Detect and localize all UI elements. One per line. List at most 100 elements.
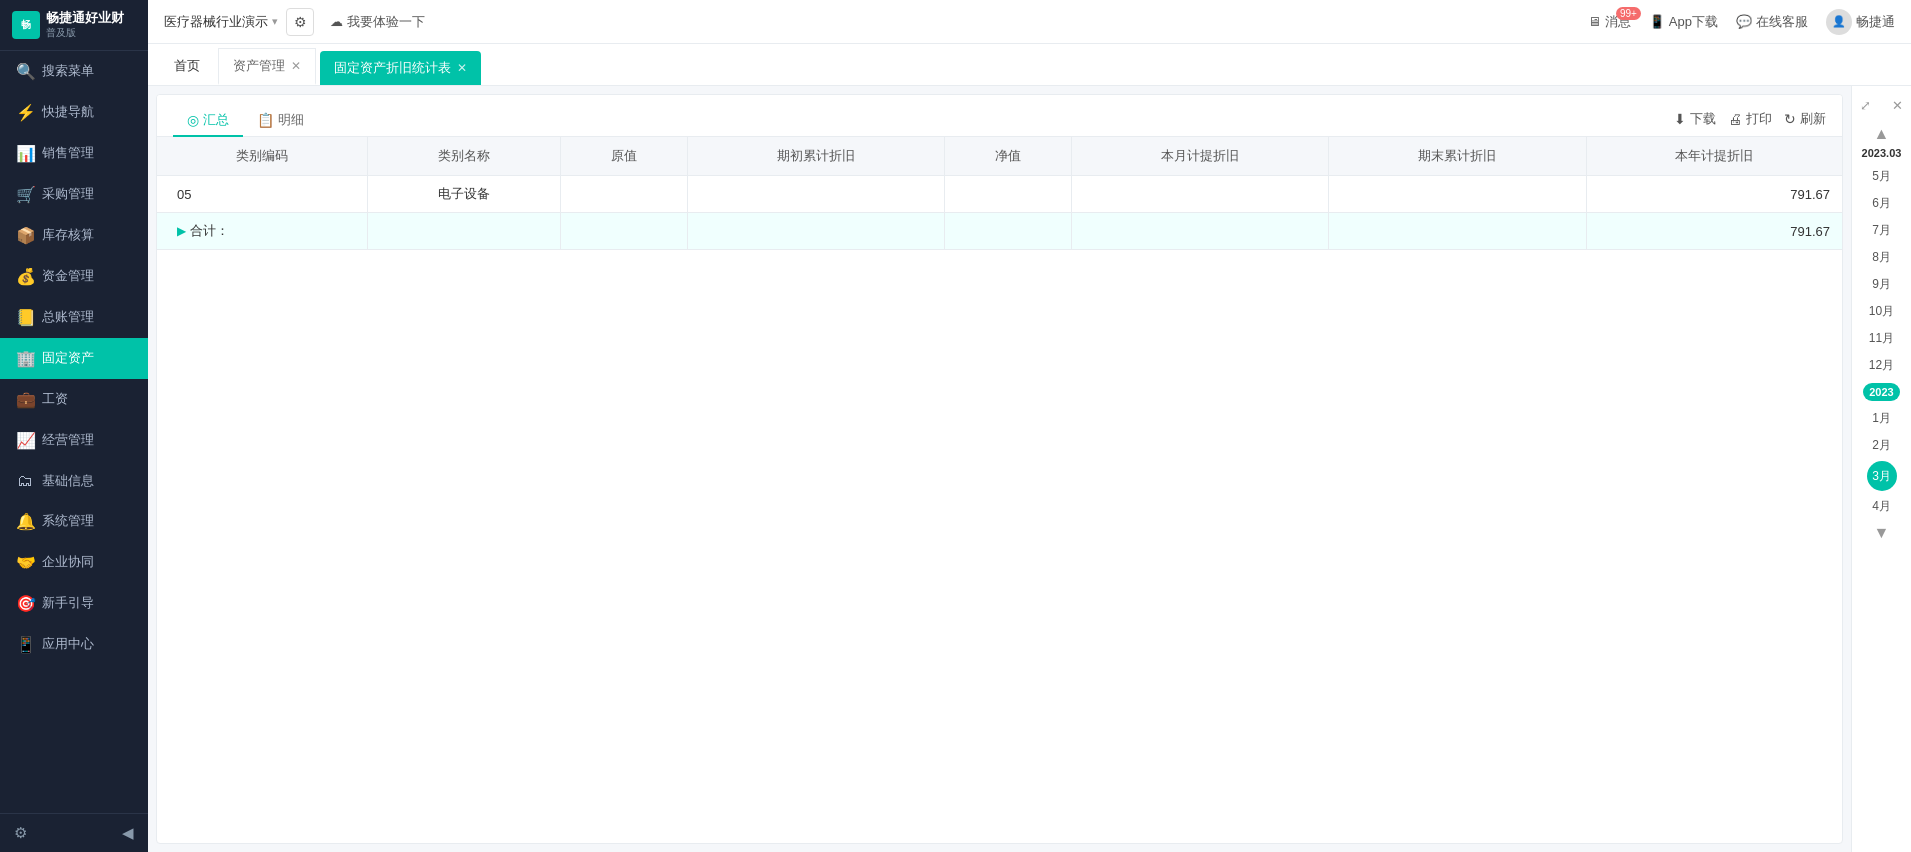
- company-selector[interactable]: 医疗器械行业演示 ▾: [164, 13, 278, 31]
- download-icon: ⬇: [1674, 111, 1686, 127]
- subtabs: ◎ 汇总 📋 明细 ⬇ 下载 🖨 打印: [157, 95, 1842, 137]
- tab-asset-management[interactable]: 资产管理 ✕: [218, 48, 316, 85]
- sidebar-item-guide[interactable]: 🎯 新手引导: [0, 583, 148, 624]
- message-button[interactable]: 🖥 消息 99+: [1588, 13, 1631, 31]
- app-center-icon: 📱: [16, 635, 34, 654]
- download-button[interactable]: ⬇ 下载: [1674, 110, 1716, 128]
- system-icon: 🔔: [16, 512, 34, 531]
- sidebar-label-purchase: 采购管理: [42, 185, 94, 203]
- tab-asset-close-icon[interactable]: ✕: [291, 59, 301, 73]
- sidebar-item-purchase[interactable]: 🛒 采购管理: [0, 174, 148, 215]
- app-name: 畅捷通好业财: [46, 10, 124, 26]
- sidebar-item-ledger[interactable]: 📒 总账管理: [0, 297, 148, 338]
- next-year-arrow[interactable]: ▼: [1870, 520, 1894, 546]
- operations-icon: 📈: [16, 431, 34, 450]
- month-5[interactable]: 5月: [1852, 163, 1911, 190]
- print-button[interactable]: 🖨 打印: [1728, 110, 1772, 128]
- tab-fixed-close-icon[interactable]: ✕: [457, 61, 467, 75]
- inventory-icon: 📦: [16, 226, 34, 245]
- sidebar-item-finance[interactable]: 💰 资金管理: [0, 256, 148, 297]
- month-3-active[interactable]: 3月: [1867, 461, 1897, 491]
- toolbar: ⬇ 下载 🖨 打印 ↻ 刷新: [1674, 110, 1826, 128]
- settings-button[interactable]: ⚙: [286, 8, 314, 36]
- app-download-label: App下载: [1669, 13, 1718, 31]
- subtotal-end-accum: [1329, 213, 1586, 250]
- quick-nav-icon: ⚡: [16, 103, 34, 122]
- close-panel-icon[interactable]: ✕: [1892, 98, 1903, 113]
- col-net-value: 净值: [945, 137, 1072, 176]
- refresh-button[interactable]: ↻ 刷新: [1784, 110, 1826, 128]
- sidebar-item-search[interactable]: 🔍 搜索菜单: [0, 51, 148, 92]
- cell-initial-accum: [687, 176, 944, 213]
- month-11[interactable]: 11月: [1852, 325, 1911, 352]
- collapse-sidebar-icon[interactable]: ◀: [122, 824, 134, 842]
- year-2023-label: 2023: [1863, 383, 1899, 401]
- sidebar-item-inventory[interactable]: 📦 库存核算: [0, 215, 148, 256]
- topbar-right: 🖥 消息 99+ 📱 App下载 💬 在线客服 👤 畅捷通: [1588, 9, 1895, 35]
- sidebar-item-quick-nav[interactable]: ⚡ 快捷导航: [0, 92, 148, 133]
- app-download-button[interactable]: 📱 App下载: [1649, 13, 1718, 31]
- tab-home[interactable]: 首页: [160, 49, 214, 85]
- content-main: ◎ 汇总 📋 明细 ⬇ 下载 🖨 打印: [156, 94, 1843, 844]
- col-original: 原值: [560, 137, 687, 176]
- online-service-label: 在线客服: [1756, 13, 1808, 31]
- download-label: 下载: [1690, 110, 1716, 128]
- expand-icon[interactable]: ⤢: [1860, 98, 1871, 113]
- panel-header: ⤢ ✕: [1852, 94, 1911, 121]
- sidebar-label-finance: 资金管理: [42, 267, 94, 285]
- cell-net-value: [945, 176, 1072, 213]
- table-wrapper: 类别编码 类别名称 原值 期初累计折旧 净值 本月计提折旧 期末累计折旧 本年计…: [157, 137, 1842, 843]
- table-row: 05 电子设备 791.67: [157, 176, 1842, 213]
- print-icon: 🖨: [1728, 111, 1742, 127]
- month-6[interactable]: 6月: [1852, 190, 1911, 217]
- user-name: 畅捷通: [1856, 13, 1895, 31]
- sidebar-label-guide: 新手引导: [42, 594, 94, 612]
- month-1[interactable]: 1月: [1852, 405, 1911, 432]
- month-7[interactable]: 7月: [1852, 217, 1911, 244]
- avatar-icon: 👤: [1832, 15, 1846, 28]
- subtab-summary[interactable]: ◎ 汇总: [173, 105, 243, 137]
- sidebar-label-system: 系统管理: [42, 512, 94, 530]
- subtotal-expand-icon[interactable]: ▶: [177, 224, 186, 238]
- sidebar-item-operations[interactable]: 📈 经营管理: [0, 420, 148, 461]
- subtab-detail[interactable]: 📋 明细: [243, 105, 318, 137]
- try-experience-button[interactable]: ☁ 我要体验一下: [330, 13, 425, 31]
- month-12[interactable]: 12月: [1852, 352, 1911, 379]
- sidebar-label-corp-collab: 企业协同: [42, 553, 94, 571]
- sidebar-item-sales[interactable]: 📊 销售管理: [0, 133, 148, 174]
- sidebar-label-inventory: 库存核算: [42, 226, 94, 244]
- month-4[interactable]: 4月: [1852, 493, 1911, 520]
- tab-fixed-depreciation[interactable]: 固定资产折旧统计表 ✕: [320, 51, 481, 85]
- online-service-button[interactable]: 💬 在线客服: [1736, 13, 1808, 31]
- month-10[interactable]: 10月: [1852, 298, 1911, 325]
- sidebar-item-fixed-assets[interactable]: 🏢 固定资产: [0, 338, 148, 379]
- subtotal-net-value: [945, 213, 1072, 250]
- col-code: 类别编码: [157, 137, 368, 176]
- col-annual-depr: 本年计提折旧: [1586, 137, 1842, 176]
- subtotal-initial-accum: [687, 213, 944, 250]
- sidebar-label-salary: 工资: [42, 390, 68, 408]
- prev-year-arrow[interactable]: ▲: [1870, 121, 1894, 147]
- subtab-summary-label: 汇总: [203, 111, 229, 129]
- settings-icon[interactable]: ⚙: [14, 824, 27, 842]
- sidebar-item-corp-collab[interactable]: 🤝 企业协同: [0, 542, 148, 583]
- sidebar-label-operations: 经营管理: [42, 431, 94, 449]
- sidebar-item-system[interactable]: 🔔 系统管理: [0, 501, 148, 542]
- right-panel: ⤢ ✕ ▲ 2023.03 5月 6月 7月 8月 9月 10月 11月 12月…: [1851, 86, 1911, 852]
- current-period-label: 2023.03: [1852, 147, 1911, 159]
- month-9[interactable]: 9月: [1852, 271, 1911, 298]
- sidebar-item-base-info[interactable]: 🗂 基础信息: [0, 461, 148, 501]
- month-8[interactable]: 8月: [1852, 244, 1911, 271]
- ledger-icon: 📒: [16, 308, 34, 327]
- sidebar-logo: 畅 畅捷通好业财 普及版: [0, 0, 148, 51]
- cell-code: 05: [157, 176, 368, 213]
- subtotal-annual-depr: 791.67: [1586, 213, 1842, 250]
- sidebar-item-salary[interactable]: 💼 工资: [0, 379, 148, 420]
- month-2[interactable]: 2月: [1852, 432, 1911, 459]
- sidebar-item-app-center[interactable]: 📱 应用中心: [0, 624, 148, 665]
- sidebar: 畅 畅捷通好业财 普及版 🔍 搜索菜单 ⚡ 快捷导航 📊 销售管理 🛒 采购管理…: [0, 0, 148, 852]
- col-initial-accum: 期初累计折旧: [687, 137, 944, 176]
- refresh-icon: ↻: [1784, 111, 1796, 127]
- user-profile[interactable]: 👤 畅捷通: [1826, 9, 1895, 35]
- sidebar-menu: 🔍 搜索菜单 ⚡ 快捷导航 📊 销售管理 🛒 采购管理 📦 库存核算 💰 资金管…: [0, 51, 148, 813]
